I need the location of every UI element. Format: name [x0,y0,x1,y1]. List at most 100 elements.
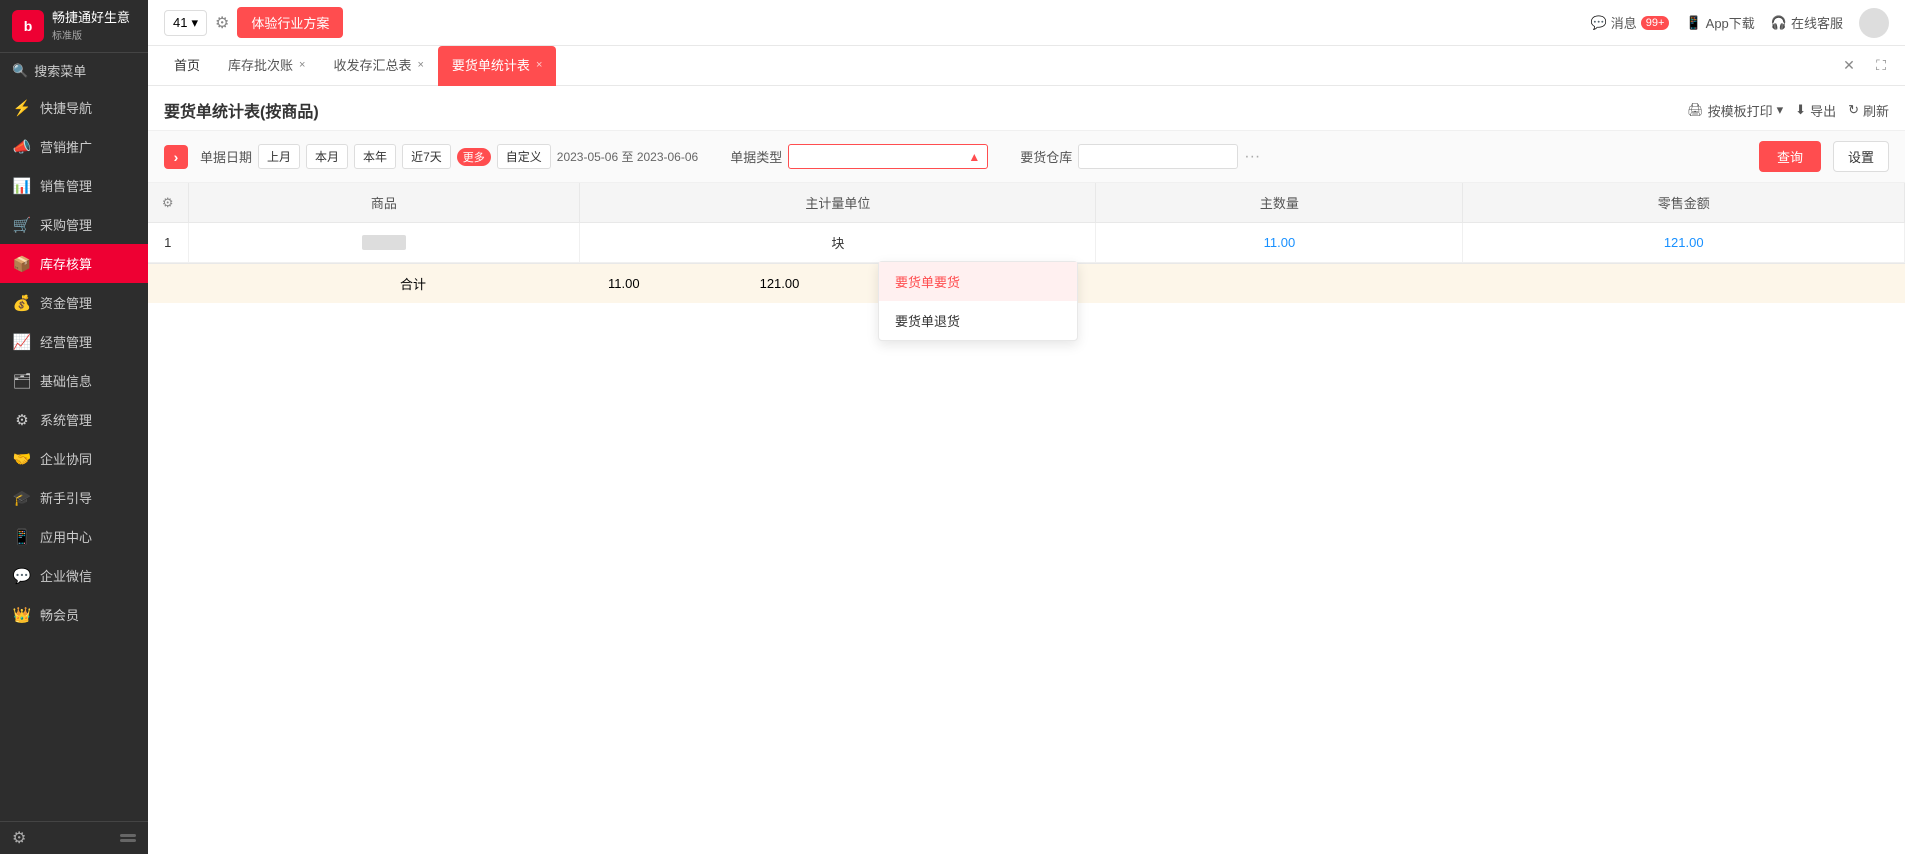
sidebar-label-0: 快捷导航 [40,98,92,117]
page-header: 要货单统计表(按商品) 🖨 按模板打印 ▾ ⬇ 导出 ↻ 刷新 [148,86,1905,131]
sidebar-nav: ⚡ 快捷导航 📣 营销推广 📊 销售管理 🛒 采购管理 📦 库存核算 💰 资金管… [0,88,148,821]
tab-close-2[interactable]: × [417,59,423,71]
footer-amount: 121.00 [760,276,800,291]
app-logo-icon: b [12,10,44,42]
cell-product-0 [188,223,580,263]
cell-unit-0: 块 [580,223,1096,263]
online-service-label: 在线客服 [1791,13,1843,32]
sidebar-item-快捷导航[interactable]: ⚡ 快捷导航 [0,88,148,127]
tab-expand-btn[interactable]: ⛶ [1869,54,1893,78]
sidebar-item-新手引导[interactable]: 🎓 新手引导 [0,478,148,517]
filter-expand-btn[interactable]: › [164,145,188,169]
product-name-blurred [362,235,405,250]
sidebar-item-销售管理[interactable]: 📊 销售管理 [0,166,148,205]
sidebar-icon-0: ⚡ [12,99,32,117]
date-this-year-btn[interactable]: 本年 [354,144,396,169]
sidebar-label-7: 基础信息 [40,371,92,390]
sidebar-icon-8: ⚙ [12,411,32,429]
search-icon: 🔍 [12,63,28,79]
date-7days-btn[interactable]: 近7天 [402,144,451,169]
print-arrow-icon: ▾ [1777,102,1784,118]
header-settings-icon[interactable]: ⚙ [215,13,229,33]
sidebar-item-库存核算[interactable]: 📦 库存核算 [0,244,148,283]
print-icon: 🖨 [1687,102,1704,118]
type-label: 单据类型 [730,147,782,166]
trial-button[interactable]: 体验行业方案 [237,7,343,38]
tab-收发存汇总表[interactable]: 收发存汇总表 × [319,46,437,86]
amount-link-0[interactable]: 121.00 [1664,235,1704,250]
print-button[interactable]: 🖨 按模板打印 ▾ [1687,101,1783,120]
refresh-icon: ↻ [1848,102,1859,118]
column-settings-icon[interactable]: ⚙ [162,195,174,210]
tab-要货单统计表[interactable]: 要货单统计表 × [438,46,556,86]
type-arrow-icon[interactable]: ▲ [968,150,980,164]
sidebar-label-10: 新手引导 [40,488,92,507]
sidebar-item-系统管理[interactable]: ⚙ 系统管理 [0,400,148,439]
sidebar-item-基础信息[interactable]: 🗂 基础信息 [0,361,148,400]
sidebar: b 畅捷通好生意 标准版 🔍 搜索菜单 ⚡ 快捷导航 📣 营销推广 📊 销售管理… [0,0,148,854]
app-download-button[interactable]: 📱 App下载 [1685,13,1754,32]
refresh-button[interactable]: ↻ 刷新 [1848,101,1889,120]
type-input[interactable] [788,144,988,169]
dropdown-item-0[interactable]: 要货单要货 [879,262,1077,301]
page-title: 要货单统计表(按商品) [164,98,319,122]
search-menu-label: 搜索菜单 [34,61,86,80]
sidebar-item-采购管理[interactable]: 🛒 采购管理 [0,205,148,244]
online-service-button[interactable]: 🎧 在线客服 [1771,13,1843,32]
th-unit: 主计量单位 [580,183,1096,223]
sidebar-item-经营管理[interactable]: 📈 经营管理 [0,322,148,361]
tab-close-3[interactable]: × [536,59,542,71]
more-options-icon[interactable]: ··· [1244,148,1260,166]
store-selector[interactable]: 41 ▾ [164,10,207,36]
sidebar-icon-9: 🤝 [12,450,32,468]
tab-home[interactable]: 首页 [160,46,214,86]
type-dropdown: 要货单要货 要货单退货 [878,261,1078,341]
app-name: 畅捷通好生意 [52,10,130,27]
cell-index-0: 1 [148,223,188,263]
user-avatar[interactable] [1859,8,1889,38]
quantity-link-0[interactable]: 11.00 [1264,235,1296,250]
sidebar-label-12: 企业微信 [40,566,92,585]
data-table: ⚙ 商品 主计量单位 主数量 零售金额 1 [148,183,1905,263]
app-download-label: App下载 [1706,13,1755,32]
table-header-row: ⚙ 商品 主计量单位 主数量 零售金额 [148,183,1905,223]
sidebar-icon-3: 🛒 [12,216,32,234]
store-name: 41 [173,15,187,30]
tab-close-1[interactable]: × [299,59,305,71]
sidebar-item-资金管理[interactable]: 💰 资金管理 [0,283,148,322]
tab-home-label: 首页 [174,55,200,74]
settings-button[interactable]: 设置 [1833,141,1889,172]
sidebar-icon-13: 👑 [12,606,32,624]
tab-库存批次账[interactable]: 库存批次账 × [214,46,319,86]
message-button[interactable]: 💬 消息 99+ [1591,13,1670,32]
sidebar-item-畅会员[interactable]: 👑 畅会员 [0,595,148,634]
footer-quantity: 11.00 [608,276,640,291]
sidebar-item-企业微信[interactable]: 💬 企业微信 [0,556,148,595]
export-icon: ⬇ [1795,102,1806,118]
th-amount: 零售金额 [1463,183,1905,223]
sidebar-label-4: 库存核算 [40,254,92,273]
dropdown-item-1[interactable]: 要货单退货 [879,301,1077,340]
sidebar-label-13: 畅会员 [40,605,79,624]
scroll-indicator[interactable] [120,834,136,842]
footer-total-label: 合计 [400,274,426,293]
main-content: 41 ▾ ⚙ 体验行业方案 💬 消息 99+ 📱 App下载 🎧 在线客服 [148,0,1905,854]
settings-icon[interactable]: ⚙ [12,828,26,848]
warehouse-label: 要货仓库 [1020,147,1072,166]
query-button[interactable]: 查询 [1759,141,1821,172]
sidebar-item-企业协同[interactable]: 🤝 企业协同 [0,439,148,478]
header-right: 💬 消息 99+ 📱 App下载 🎧 在线客服 [1591,8,1889,38]
date-custom-btn[interactable]: 自定义 [497,144,551,169]
warehouse-input[interactable] [1078,144,1238,169]
sidebar-item-应用中心[interactable]: 📱 应用中心 [0,517,148,556]
sidebar-item-营销推广[interactable]: 📣 营销推广 [0,127,148,166]
date-filter-group: 单据日期 上月 本月 本年 近7天 更多 自定义 2023-05-06 至 20… [200,144,698,169]
date-this-month-btn[interactable]: 本月 [306,144,348,169]
tab-close-all-btn[interactable]: ✕ [1837,54,1861,78]
export-button[interactable]: ⬇ 导出 [1795,101,1836,120]
date-more-badge[interactable]: 更多 [457,148,491,166]
export-label: 导出 [1810,101,1836,120]
date-last-month-btn[interactable]: 上月 [258,144,300,169]
search-menu[interactable]: 🔍 搜索菜单 [0,53,148,88]
sidebar-label-9: 企业协同 [40,449,92,468]
